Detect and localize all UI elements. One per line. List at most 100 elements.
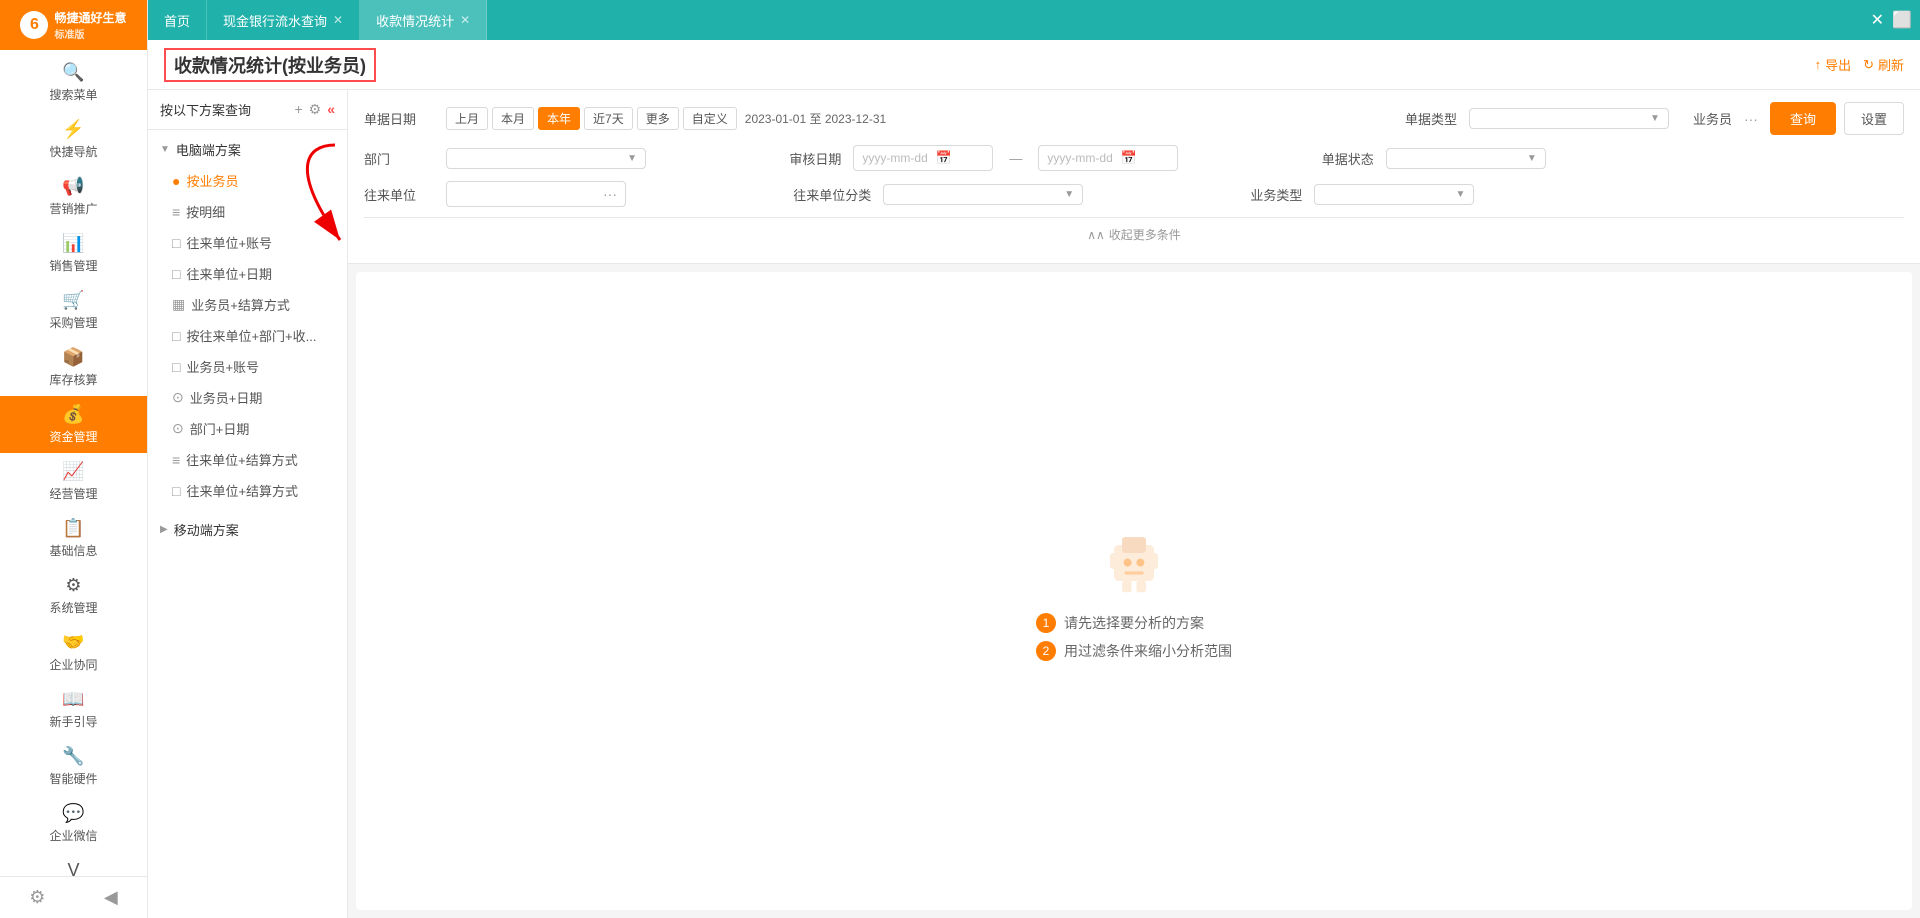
scheme-icon-partner-date: □ — [172, 266, 180, 282]
sidebar-item-14[interactable]: V畅会员 — [0, 852, 147, 876]
scheme-item-partner-payment1[interactable]: ≡ 往来单位+结算方式 — [148, 444, 347, 475]
sidebar-icon-10: 🤝 — [62, 632, 84, 653]
tab-receivable[interactable]: 收款情况统计 ✕ — [360, 0, 487, 40]
bill-type-select[interactable]: ▼ — [1469, 108, 1669, 129]
sidebar-item-9[interactable]: ⚙系统管理 — [0, 567, 147, 624]
main-wrapper: 首页 现金银行流水查询 ✕ 收款情况统计 ✕ ✕ ⬜ 收款情况统计(按业务员) … — [148, 0, 1920, 918]
partner-input[interactable]: ··· — [446, 181, 626, 207]
review-date-end[interactable]: yyyy-mm-dd 📅 — [1038, 145, 1178, 171]
sidebar-collapse-icon[interactable]: ◀ — [104, 887, 118, 908]
tab-close-cashflow[interactable]: ✕ — [333, 13, 343, 27]
collapse-filters-btn[interactable]: ∧∧ 收起更多条件 — [364, 217, 1904, 251]
left-panel-title: 按以下方案查询 — [160, 100, 251, 119]
export-button[interactable]: ↑ 导出 — [1815, 55, 1852, 74]
add-scheme-icon[interactable]: + — [294, 101, 302, 118]
dept-dropdown-icon: ▼ — [627, 153, 637, 164]
sidebar-label-4: 采购管理 — [49, 314, 97, 331]
left-panel-header: 按以下方案查询 + ⚙ « — [148, 90, 347, 130]
collapse-panel-icon[interactable]: « — [327, 101, 335, 118]
sidebar-icon-0: 🔍 — [62, 62, 84, 83]
scheme-item-salesperson-date[interactable]: ⊙ 业务员+日期 — [148, 382, 347, 413]
sidebar-item-0[interactable]: 🔍搜索菜单 — [0, 54, 147, 111]
scheme-group-desktop-title[interactable]: ▼ 电脑端方案 — [148, 134, 347, 165]
sidebar-item-3[interactable]: 📊销售管理 — [0, 225, 147, 282]
scheme-icon-detail: ≡ — [172, 204, 180, 220]
sidebar-item-10[interactable]: 🤝企业协同 — [0, 624, 147, 681]
sidebar-label-9: 系统管理 — [49, 599, 97, 616]
scheme-item-partner-date[interactable]: □ 往来单位+日期 — [148, 258, 347, 289]
sidebar-item-12[interactable]: 🔧智能硬件 — [0, 738, 147, 795]
sidebar: 6 畅捷通好生意 标准版 🔍搜索菜单⚡快捷导航📢营销推广📊销售管理🛒采购管理📦库… — [0, 0, 148, 918]
date-btn-7days[interactable]: 近7天 — [584, 107, 633, 130]
partner-more-icon[interactable]: ··· — [603, 186, 617, 202]
page-header-actions: ↑ 导出 ↻ 刷新 — [1815, 55, 1904, 74]
scheme-item-partner-payment2[interactable]: □ 往来单位+结算方式 — [148, 475, 347, 506]
sidebar-item-2[interactable]: 📢营销推广 — [0, 168, 147, 225]
scheme-group-mobile-title[interactable]: ▶ 移动端方案 — [148, 514, 347, 545]
scheme-icon-dept-date: ⊙ — [172, 420, 184, 437]
biz-type-label: 业务类型 — [1250, 185, 1302, 204]
scheme-icon-partner-dept: □ — [172, 328, 180, 344]
sidebar-icon-14: V — [67, 860, 79, 876]
date-btn-thisyear[interactable]: 本年 — [538, 107, 580, 130]
salesperson-more-icon[interactable]: ··· — [1744, 111, 1758, 127]
sidebar-icon-2: 📢 — [62, 176, 84, 197]
sidebar-bottom: ⚙ ◀ — [0, 876, 147, 918]
bill-status-dropdown-icon: ▼ — [1527, 153, 1537, 164]
refresh-button[interactable]: ↻ 刷新 — [1863, 55, 1904, 74]
scheme-item-partner-account[interactable]: □ 往来单位+账号 — [148, 227, 347, 258]
sidebar-icon-8: 📋 — [62, 518, 84, 539]
scheme-icon-salesperson-payment: ▦ — [172, 296, 185, 313]
date-quick-btns: 上月 本月 本年 近7天 更多 自定义 2023-01-01 至 2023-12… — [446, 107, 886, 130]
sidebar-item-13[interactable]: 💬企业微信 — [0, 795, 147, 852]
filter-actions: 查询 设置 — [1770, 102, 1904, 135]
tab-close-receivable[interactable]: ✕ — [460, 13, 470, 27]
review-date-end-placeholder: yyyy-mm-dd — [1047, 151, 1112, 165]
scheme-settings-icon[interactable]: ⚙ — [309, 101, 322, 118]
partner-category-select[interactable]: ▼ — [883, 184, 1083, 205]
filter-panel: 单据日期 上月 本月 本年 近7天 更多 自定义 2023-01-01 至 20… — [348, 90, 1920, 264]
date-btn-thismonth[interactable]: 本月 — [492, 107, 534, 130]
biz-type-select[interactable]: ▼ — [1314, 184, 1474, 205]
tab-bar: 首页 现金银行流水查询 ✕ 收款情况统计 ✕ ✕ ⬜ — [148, 0, 1920, 40]
bill-type-label: 单据类型 — [1405, 109, 1457, 128]
sidebar-item-5[interactable]: 📦库存核算 — [0, 339, 147, 396]
date-btn-more[interactable]: 更多 — [637, 107, 679, 130]
scheme-item-partner-dept[interactable]: □ 按往来单位+部门+收... — [148, 320, 347, 351]
sidebar-item-8[interactable]: 📋基础信息 — [0, 510, 147, 567]
review-date-start[interactable]: yyyy-mm-dd 📅 — [853, 145, 993, 171]
bill-status-select[interactable]: ▼ — [1386, 148, 1546, 169]
scheme-item-detail[interactable]: ≡ 按明细 — [148, 196, 347, 227]
scheme-item-salesperson[interactable]: ● 按业务员 — [148, 165, 347, 196]
sidebar-icon-5: 📦 — [62, 347, 84, 368]
query-button[interactable]: 查询 — [1770, 102, 1836, 135]
empty-step-2: 2 用过滤条件来缩小分析范围 — [1036, 641, 1232, 661]
tab-cashflow[interactable]: 现金银行流水查询 ✕ — [207, 0, 360, 40]
sidebar-item-4[interactable]: 🛒采购管理 — [0, 282, 147, 339]
sidebar-item-7[interactable]: 📈经营管理 — [0, 453, 147, 510]
empty-illustration — [1094, 521, 1174, 601]
sidebar-label-6: 资金管理 — [49, 428, 97, 445]
sidebar-settings-icon[interactable]: ⚙ — [29, 887, 45, 908]
dept-select[interactable]: ▼ — [446, 148, 646, 169]
tab-home[interactable]: 首页 — [148, 0, 207, 40]
calendar-icon-end[interactable]: 📅 — [1121, 150, 1137, 166]
group-label-mobile: 移动端方案 — [174, 520, 239, 539]
sidebar-item-6[interactable]: 💰资金管理 — [0, 396, 147, 453]
date-btn-lastmonth[interactable]: 上月 — [446, 107, 488, 130]
tab-maximize[interactable]: ⬜ — [1892, 10, 1912, 30]
scheme-item-salesperson-account[interactable]: □ 业务员+账号 — [148, 351, 347, 382]
group-toggle-mobile: ▶ — [160, 524, 168, 535]
scheme-icon-partner-payment1: ≡ — [172, 452, 180, 468]
settings-button[interactable]: 设置 — [1844, 102, 1904, 135]
scheme-item-salesperson-payment[interactable]: ▦ 业务员+结算方式 — [148, 289, 347, 320]
sidebar-item-1[interactable]: ⚡快捷导航 — [0, 111, 147, 168]
filter-row-date: 单据日期 上月 本月 本年 近7天 更多 自定义 2023-01-01 至 20… — [364, 102, 1904, 135]
date-btn-custom[interactable]: 自定义 — [683, 107, 737, 130]
left-panel: 按以下方案查询 + ⚙ « ▼ 电脑端方案 ● 按业务员 ≡ 按明 — [148, 90, 348, 918]
calendar-icon-start[interactable]: 📅 — [936, 150, 952, 166]
sidebar-item-11[interactable]: 📖新手引导 — [0, 681, 147, 738]
scheme-item-dept-date[interactable]: ⊙ 部门+日期 — [148, 413, 347, 444]
tab-close-window[interactable]: ✕ — [1871, 10, 1884, 30]
sidebar-label-11: 新手引导 — [49, 713, 97, 730]
